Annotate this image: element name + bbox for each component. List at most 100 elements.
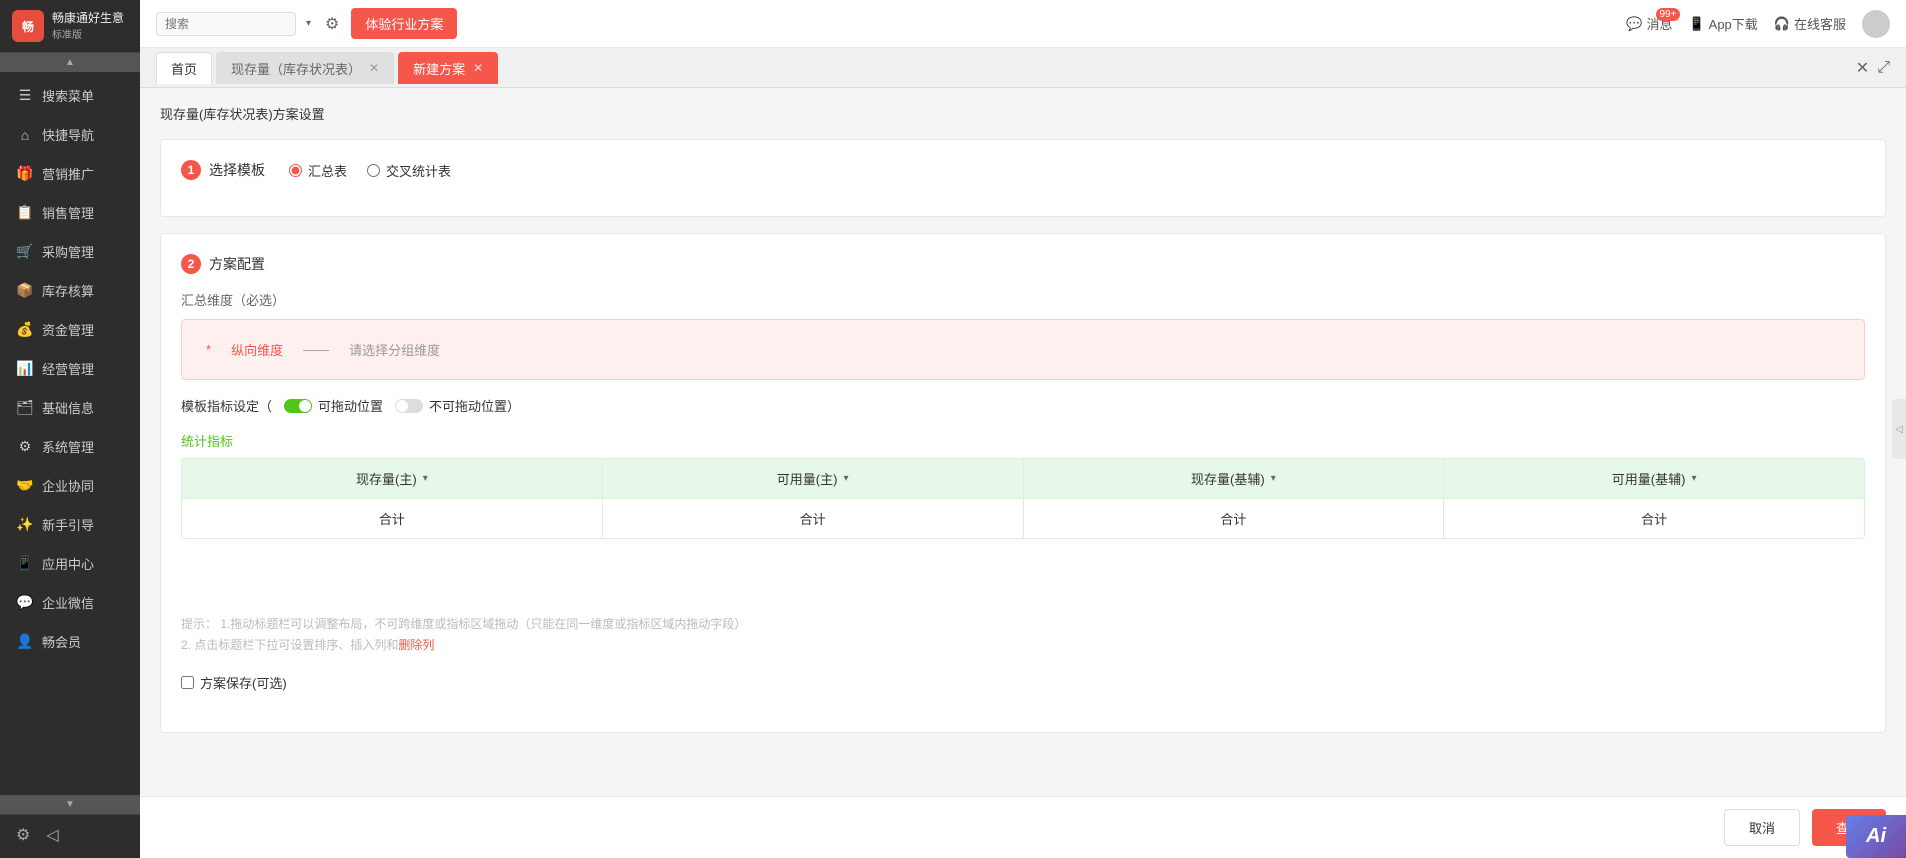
- sidebar-item-cooperation[interactable]: 🤝 企业协同: [0, 466, 140, 505]
- system-icon: ⚙: [16, 438, 34, 456]
- sidebar-item-app-center[interactable]: 📱 应用中心: [0, 544, 140, 583]
- sidebar-item-system[interactable]: ⚙ 系统管理: [0, 427, 140, 466]
- ai-badge[interactable]: Ai: [1846, 815, 1906, 858]
- sidebar-scroll-up[interactable]: ▲: [0, 53, 140, 72]
- finance-icon: 💰: [16, 321, 34, 339]
- sidebar-item-sales[interactable]: 📋 销售管理: [0, 193, 140, 232]
- industry-plan-button[interactable]: 体验行业方案: [351, 8, 457, 39]
- delete-col-highlight: 删除列: [398, 638, 434, 652]
- sidebar-item-enterprise-wx[interactable]: 💬 企业微信: [0, 583, 140, 622]
- radio-summary[interactable]: 汇总表: [289, 161, 347, 180]
- topbar-gear-icon[interactable]: ⚙: [325, 14, 339, 34]
- app-name-area: 畅康通好生意 标准版: [52, 11, 124, 42]
- aggregate-label: 汇总维度（必选）: [181, 290, 1865, 309]
- stats-col-2[interactable]: 现存量(基辅) ▾: [1024, 459, 1445, 498]
- radio-crosstab[interactable]: 交叉统计表: [367, 161, 451, 180]
- radio-crosstab-input[interactable]: [367, 164, 380, 177]
- toggle-draggable: 可拖动位置: [284, 396, 383, 415]
- sidebar-item-purchase[interactable]: 🛒 采购管理: [0, 232, 140, 271]
- stats-col-2-chevron[interactable]: ▾: [1271, 473, 1276, 484]
- tab-new-plan-close[interactable]: ✕: [473, 61, 483, 75]
- topbar-message[interactable]: 💬 消息 99+: [1626, 14, 1672, 33]
- stats-col-0-chevron[interactable]: ▾: [423, 473, 428, 484]
- tab-inventory-close[interactable]: ✕: [369, 61, 379, 75]
- stats-col-3[interactable]: 可用量(基辅) ▾: [1444, 459, 1864, 498]
- tab-close-icon[interactable]: ✕: [1856, 58, 1869, 78]
- sidebar-item-label-search-menu: 搜索菜单: [42, 86, 94, 105]
- user-avatar[interactable]: [1862, 10, 1890, 38]
- tab-new-plan-label: 新建方案: [413, 59, 465, 78]
- stats-data-row: 合计 合计 合计 合计: [182, 498, 1864, 538]
- sidebar-item-new-guide[interactable]: ✨ 新手引导: [0, 505, 140, 544]
- sidebar-item-basic-info[interactable]: 🗂 基础信息: [0, 388, 140, 427]
- sidebar-item-finance[interactable]: 💰 资金管理: [0, 310, 140, 349]
- cancel-button[interactable]: 取消: [1724, 809, 1800, 846]
- main-area: ▾ ⚙ 体验行业方案 💬 消息 99+ 📱 App下载 🎧 在线客服 首页: [140, 0, 1906, 858]
- stats-data-0: 合计: [182, 498, 603, 538]
- tips-section: 提示： 1.拖动标题栏可以调整布局，不可跨维度或指标区域拖动（只能在同一维度或指…: [181, 615, 1865, 653]
- app-center-icon: 📱: [16, 555, 34, 573]
- section2-number: 2: [181, 254, 201, 274]
- tab-expand-icon[interactable]: ⤢: [1877, 59, 1890, 77]
- sidebar-item-label-member: 畅会员: [42, 632, 81, 651]
- stats-col-0-label: 现存量(主): [356, 469, 417, 488]
- stats-col-0[interactable]: 现存量(主) ▾: [182, 459, 603, 498]
- radio-summary-input[interactable]: [289, 164, 302, 177]
- app-name: 畅康通好生意: [52, 11, 124, 27]
- save-area: 方案保存(可选): [181, 673, 1865, 692]
- radio-summary-label: 汇总表: [308, 161, 347, 180]
- sidebar-item-marketing[interactable]: 🎁 营销推广: [0, 154, 140, 193]
- section-config: 2 方案配置 汇总维度（必选） * 纵向维度 —— 请选择分组维度 模板: [160, 233, 1886, 733]
- purchase-icon: 🛒: [16, 243, 34, 261]
- template-settings: 模板指标设定（ 可拖动位置 不可拖动位置）: [181, 396, 1865, 415]
- sidebar-item-search-menu[interactable]: ☰ 搜索菜单: [0, 76, 140, 115]
- tip-2: 2. 点击标题栏下拉可设置排序、插入列和删除列: [181, 636, 1865, 653]
- tab-home[interactable]: 首页: [156, 52, 212, 84]
- topbar-app-download[interactable]: 📱 App下载: [1688, 14, 1757, 33]
- stats-header-row: 现存量(主) ▾ 可用量(主) ▾ 现存量(基辅) ▾: [182, 459, 1864, 498]
- tab-inventory[interactable]: 现存量（库存状况表） ✕: [216, 52, 394, 84]
- section2-header: 2 方案配置: [181, 254, 1865, 274]
- tab-new-plan[interactable]: 新建方案 ✕: [398, 52, 498, 84]
- basic-info-icon: 🗂: [16, 399, 34, 417]
- app-download-icon: 📱: [1688, 16, 1704, 32]
- stats-col-3-chevron[interactable]: ▾: [1691, 473, 1696, 484]
- stats-data-2: 合计: [1024, 498, 1445, 538]
- sidebar-item-member[interactable]: 👤 畅会员: [0, 622, 140, 661]
- stats-title: 统计指标: [181, 431, 1865, 450]
- stats-col-1-label: 可用量(主): [777, 469, 838, 488]
- stats-data-1: 合计: [603, 498, 1024, 538]
- save-checkbox[interactable]: [181, 676, 194, 689]
- sidebar-item-operations[interactable]: 📊 经营管理: [0, 349, 140, 388]
- side-handle[interactable]: ◁: [1892, 399, 1906, 459]
- stats-col-3-label: 可用量(基辅): [1612, 469, 1686, 488]
- toggle-drag-switch[interactable]: [284, 399, 312, 413]
- toggle-non-draggable: 不可拖动位置）: [395, 396, 520, 415]
- dimension-row: * 纵向维度 —— 请选择分组维度: [206, 340, 1840, 359]
- tabbar: 首页 现存量（库存状况表） ✕ 新建方案 ✕ ✕ ⤢: [140, 48, 1906, 88]
- toggle-no-switch[interactable]: [395, 399, 423, 413]
- sidebar-toggle-icon[interactable]: ◁: [46, 825, 58, 845]
- sidebar-item-inventory[interactable]: 📦 库存核算: [0, 271, 140, 310]
- enterprise-wx-icon: 💬: [16, 594, 34, 612]
- tab-icons: ✕ ⤢: [1856, 58, 1890, 78]
- cooperation-icon: 🤝: [16, 477, 34, 495]
- sidebar-item-label-new-guide: 新手引导: [42, 515, 94, 534]
- sidebar-item-label-quick-nav: 快捷导航: [42, 125, 94, 144]
- sidebar-footer: ⚙ ◁: [0, 814, 140, 855]
- stats-col-2-label: 现存量(基辅): [1191, 469, 1265, 488]
- dimension-area: * 纵向维度 —— 请选择分组维度: [181, 319, 1865, 380]
- sidebar-item-quick-nav[interactable]: ⌂ 快捷导航: [0, 115, 140, 154]
- sidebar-scroll-down[interactable]: ▼: [0, 795, 140, 814]
- tab-home-label: 首页: [171, 59, 197, 78]
- stats-col-1-chevron[interactable]: ▾: [843, 473, 848, 484]
- sidebar: 畅 畅康通好生意 标准版 ▲ ☰ 搜索菜单 ⌂ 快捷导航 🎁 营销推广: [0, 0, 140, 858]
- topbar-search-input[interactable]: [156, 12, 296, 36]
- topbar-dropdown-btn[interactable]: ▾: [304, 18, 313, 29]
- stats-col-1[interactable]: 可用量(主) ▾: [603, 459, 1024, 498]
- required-star: *: [206, 342, 211, 357]
- tab-inventory-label: 现存量（库存状况表）: [231, 59, 361, 78]
- topbar-online-service[interactable]: 🎧 在线客服: [1774, 14, 1846, 33]
- operations-icon: 📊: [16, 360, 34, 378]
- sidebar-settings-icon[interactable]: ⚙: [16, 825, 30, 845]
